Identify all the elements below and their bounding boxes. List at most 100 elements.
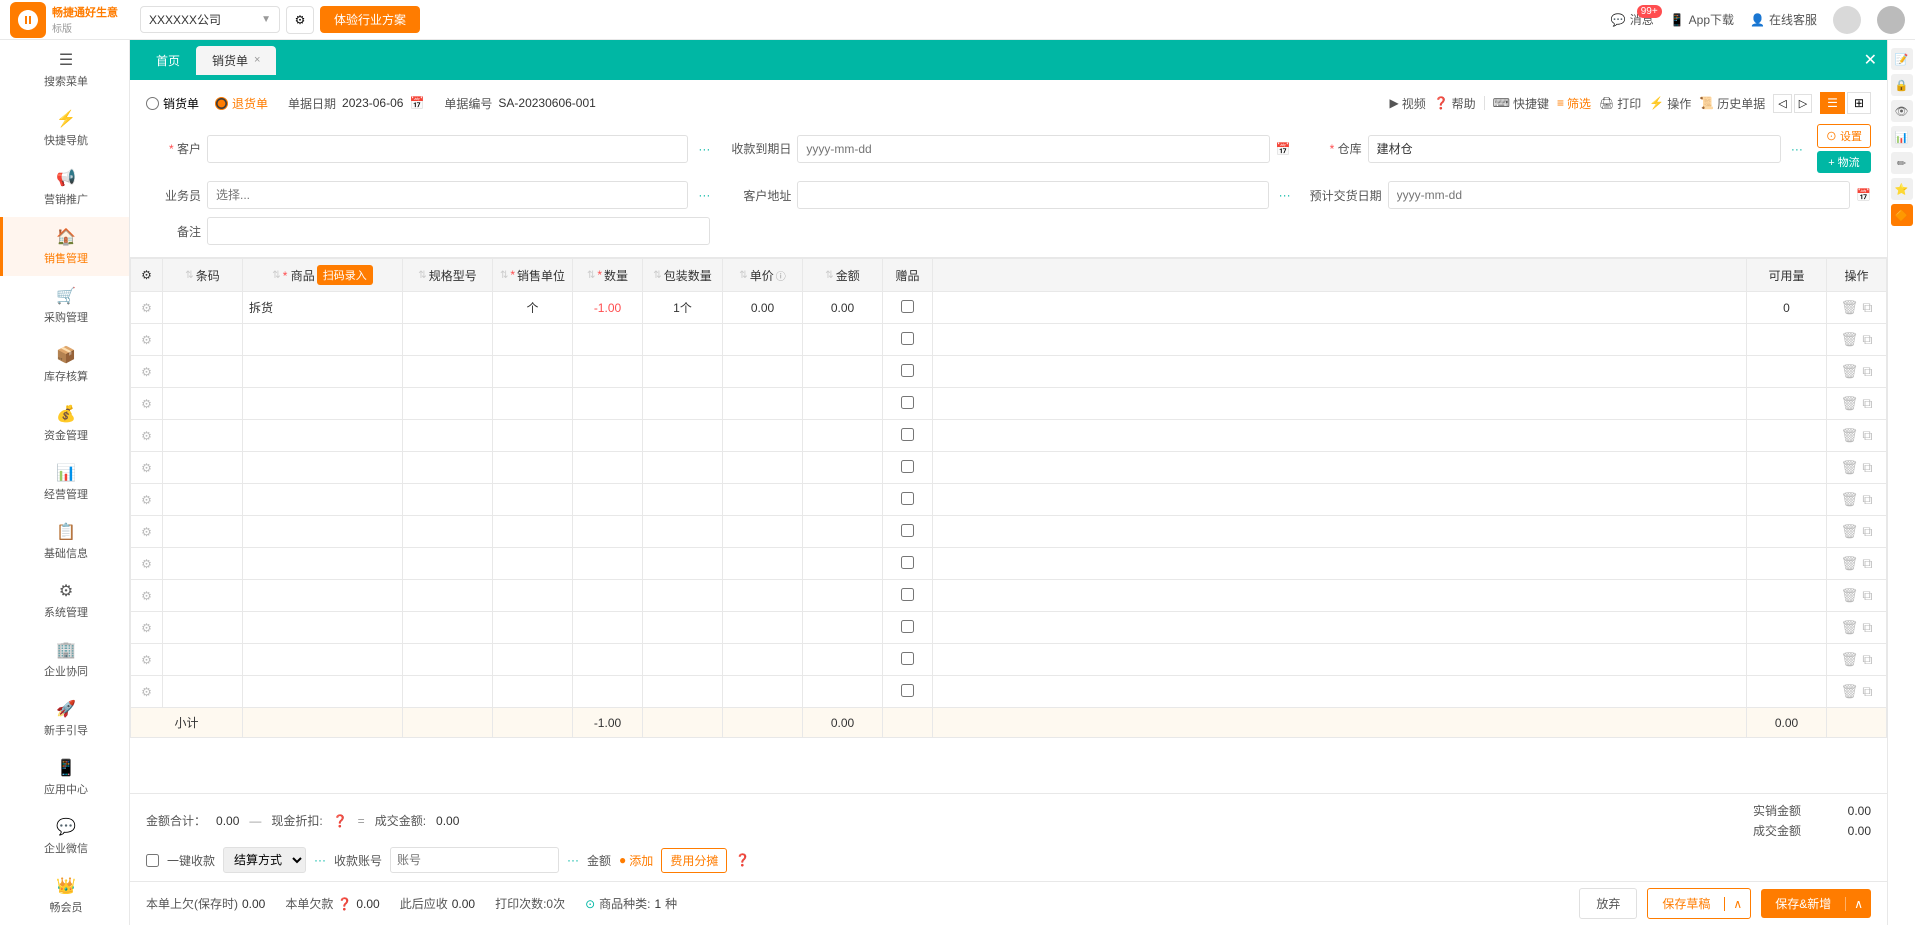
cell-packqty-7[interactable] xyxy=(643,516,723,548)
delete-icon-8[interactable]: 🗑 xyxy=(1841,555,1859,572)
cell-quantity-3[interactable] xyxy=(573,388,643,420)
warehouse-input[interactable] xyxy=(1368,135,1781,163)
tab-home[interactable]: 首页 xyxy=(140,46,196,75)
return-radio[interactable]: 退货单 xyxy=(215,95,268,112)
cumulative-debt-info[interactable]: ❓ xyxy=(337,897,352,911)
avatar[interactable] xyxy=(1833,6,1861,34)
cell-gift-8[interactable] xyxy=(883,548,933,580)
copy-icon-9[interactable]: ⧉ xyxy=(1862,587,1872,604)
cell-gift-3[interactable] xyxy=(883,388,933,420)
filter-button[interactable]: ≡ 筛选 xyxy=(1557,95,1591,112)
cell-product-6[interactable] xyxy=(243,484,403,516)
cell-gift-0[interactable] xyxy=(883,292,933,324)
cell-quantity-11[interactable] xyxy=(573,644,643,676)
shortcut-button[interactable]: ⌨ 快捷键 xyxy=(1493,95,1549,112)
cell-spec-10[interactable] xyxy=(403,612,493,644)
cell-unitprice-2[interactable] xyxy=(723,356,803,388)
row-gear-icon[interactable]: ⚙ xyxy=(141,365,152,379)
cell-packqty-3[interactable] xyxy=(643,388,723,420)
gift-checkbox-7[interactable] xyxy=(901,524,914,537)
delete-icon-0[interactable]: 🗑 xyxy=(1841,299,1859,316)
cell-unit-10[interactable] xyxy=(493,612,573,644)
cell-barcode-6[interactable] xyxy=(163,484,243,516)
copy-icon-1[interactable]: ⧉ xyxy=(1862,331,1872,348)
receivable-cal-icon[interactable]: 📅 xyxy=(1276,142,1291,156)
message-button[interactable]: 💬 消息 99+ xyxy=(1611,11,1654,28)
cell-barcode-7[interactable] xyxy=(163,516,243,548)
view-list-button[interactable]: ☰ xyxy=(1820,92,1845,114)
gift-checkbox-11[interactable] xyxy=(901,652,914,665)
delete-icon-6[interactable]: 🗑 xyxy=(1841,491,1859,508)
cell-product-10[interactable] xyxy=(243,612,403,644)
sidebar-item-guide[interactable]: 🚀 新手引导 xyxy=(0,689,129,748)
cell-barcode-1[interactable] xyxy=(163,324,243,356)
print-button[interactable]: 🖨 打印 xyxy=(1599,95,1641,112)
cell-unit-7[interactable] xyxy=(493,516,573,548)
cell-amount-3[interactable] xyxy=(803,388,883,420)
gift-checkbox-4[interactable] xyxy=(901,428,914,441)
sidebar-item-shortcut[interactable]: ⚡ 快捷导航 xyxy=(0,99,129,158)
cell-amount-11[interactable] xyxy=(803,644,883,676)
online-support-button[interactable]: 👤 在线客服 xyxy=(1750,11,1817,28)
delete-icon-2[interactable]: 🗑 xyxy=(1841,363,1859,380)
cell-packqty-8[interactable] xyxy=(643,548,723,580)
help-button[interactable]: ❓ 帮助 xyxy=(1434,95,1476,112)
save-draft-arrow[interactable]: ∧ xyxy=(1724,897,1750,911)
cell-spec-9[interactable] xyxy=(403,580,493,612)
cell-product-1[interactable] xyxy=(243,324,403,356)
cell-unitprice-7[interactable] xyxy=(723,516,803,548)
history-prev-button[interactable]: ◁ xyxy=(1773,94,1791,113)
cell-unit-12[interactable] xyxy=(493,676,573,708)
rs-eye-button[interactable]: 👁 xyxy=(1891,100,1913,122)
trial-button[interactable]: 体验行业方案 xyxy=(320,6,420,33)
cell-unitprice-12[interactable] xyxy=(723,676,803,708)
cell-packqty-0[interactable]: 1个 xyxy=(643,292,723,324)
copy-icon-0[interactable]: ⧉ xyxy=(1862,299,1872,316)
row-gear-icon[interactable]: ⚙ xyxy=(141,621,152,635)
operate-button[interactable]: ⚡ 操作 xyxy=(1649,95,1691,112)
cell-quantity-8[interactable] xyxy=(573,548,643,580)
cell-unitprice-11[interactable] xyxy=(723,644,803,676)
cell-product-7[interactable] xyxy=(243,516,403,548)
cell-spec-12[interactable] xyxy=(403,676,493,708)
cell-spec-2[interactable] xyxy=(403,356,493,388)
cell-gift-5[interactable] xyxy=(883,452,933,484)
row-gear-icon[interactable]: ⚙ xyxy=(141,333,152,347)
cell-unit-8[interactable] xyxy=(493,548,573,580)
unit-price-info-icon[interactable]: ⓘ xyxy=(776,268,786,283)
scan-button[interactable]: 扫码录入 xyxy=(317,265,373,285)
row-gear-icon[interactable]: ⚙ xyxy=(141,397,152,411)
row-gear-icon[interactable]: ⚙ xyxy=(141,685,152,699)
cell-packqty-2[interactable] xyxy=(643,356,723,388)
gift-checkbox-6[interactable] xyxy=(901,492,914,505)
row-gear-icon[interactable]: ⚙ xyxy=(141,653,152,667)
cell-product-3[interactable] xyxy=(243,388,403,420)
cell-unitprice-4[interactable] xyxy=(723,420,803,452)
copy-icon-3[interactable]: ⧉ xyxy=(1862,395,1872,412)
cell-packqty-9[interactable] xyxy=(643,580,723,612)
cell-barcode-0[interactable] xyxy=(163,292,243,324)
payment-method-dots[interactable]: ··· xyxy=(314,853,326,867)
cell-unit-2[interactable] xyxy=(493,356,573,388)
cell-amount-6[interactable] xyxy=(803,484,883,516)
cell-gift-11[interactable] xyxy=(883,644,933,676)
save-new-arrow[interactable]: ∧ xyxy=(1845,897,1871,911)
cell-barcode-4[interactable] xyxy=(163,420,243,452)
cell-product-5[interactable] xyxy=(243,452,403,484)
row-gear-icon[interactable]: ⚙ xyxy=(141,301,152,315)
delete-icon-7[interactable]: 🗑 xyxy=(1841,523,1859,540)
cell-amount-2[interactable] xyxy=(803,356,883,388)
row-gear-icon[interactable]: ⚙ xyxy=(141,557,152,571)
sidebar-item-system[interactable]: ⚙ 系统管理 xyxy=(0,571,129,630)
cell-spec-8[interactable] xyxy=(403,548,493,580)
cell-unitprice-1[interactable] xyxy=(723,324,803,356)
view-grid-button[interactable]: ⊞ xyxy=(1847,92,1871,114)
sales-radio-input[interactable] xyxy=(146,97,159,110)
sidebar-item-basic[interactable]: 📋 基础信息 xyxy=(0,512,129,571)
settings-side-button[interactable]: ⊙ 设置 xyxy=(1817,124,1871,148)
one-click-checkbox[interactable] xyxy=(146,854,159,867)
delivery-cal-icon[interactable]: 📅 xyxy=(1856,188,1871,202)
cell-barcode-3[interactable] xyxy=(163,388,243,420)
cell-unit-6[interactable] xyxy=(493,484,573,516)
cell-unit-4[interactable] xyxy=(493,420,573,452)
